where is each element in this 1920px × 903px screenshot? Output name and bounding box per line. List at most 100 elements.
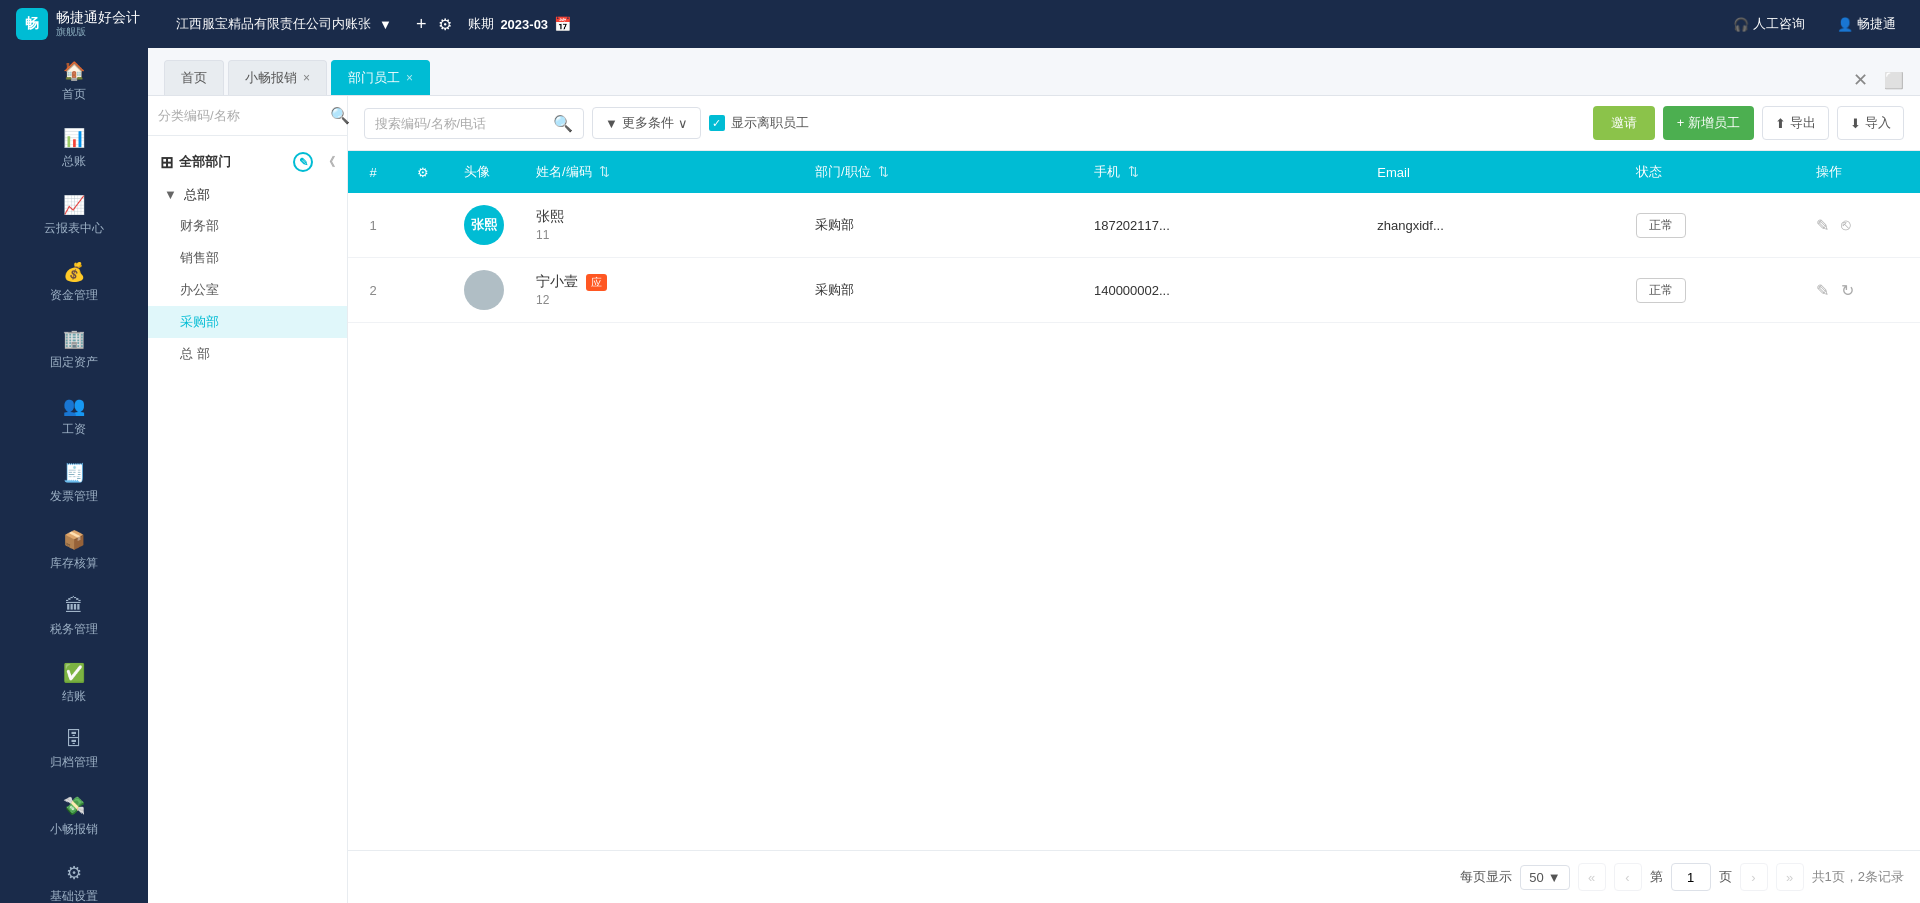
collapse-arrow[interactable]: 《 — [323, 154, 335, 171]
app-logo-icon: 畅 — [16, 8, 48, 40]
close-window-btn[interactable]: ✕ — [1853, 69, 1868, 91]
salary-icon: 👥 — [63, 395, 85, 417]
sidebar-item-assets[interactable]: 🏢 固定资产 — [0, 316, 148, 383]
sidebar-label-reports: 云报表中心 — [44, 220, 104, 237]
sidebar-label-archive: 归档管理 — [50, 754, 98, 771]
col-status: 状态 — [1620, 151, 1800, 193]
next-page-btn[interactable]: › — [1740, 863, 1768, 891]
refresh-icon-2[interactable]: ↻ — [1841, 281, 1854, 300]
calendar-icon[interactable]: 📅 — [554, 16, 571, 32]
search-icon[interactable]: 🔍 — [553, 114, 573, 133]
dept-search-input[interactable] — [158, 108, 326, 123]
sidebar-item-tax[interactable]: 🏛 税务管理 — [0, 584, 148, 650]
settings-button[interactable]: ⚙ — [438, 15, 452, 34]
dept-item-headquarter[interactable]: 总 部 — [148, 338, 347, 370]
show-resigned-toggle[interactable]: ✓ 显示离职员工 — [709, 114, 809, 132]
dept-item-office[interactable]: 办公室 — [148, 274, 347, 306]
tab-department[interactable]: 部门员工 × — [331, 60, 430, 95]
sidebar-item-salary[interactable]: 👥 工资 — [0, 383, 148, 450]
name-sort-icon: ⇅ — [599, 164, 610, 179]
table-row: 1 张熙 张熙 11 — [348, 193, 1920, 258]
sidebar-item-reports[interactable]: 📈 云报表中心 — [0, 182, 148, 249]
employee-search-input[interactable] — [375, 116, 549, 131]
dept-item-finance[interactable]: 财务部 — [148, 210, 347, 242]
col-settings[interactable]: ⚙ — [398, 151, 448, 193]
sidebar-item-checkout[interactable]: ✅ 结账 — [0, 650, 148, 717]
employee-name-1: 张熙 — [536, 208, 783, 226]
page-content: 🔍 ⊞ 全部部门 ✎ 《 ▼ 总部 财务部 销售部 办公室 — [148, 96, 1920, 903]
per-page-select[interactable]: 50 ▼ — [1520, 865, 1569, 890]
inventory-icon: 📦 — [63, 529, 85, 551]
dept-item-sales[interactable]: 销售部 — [148, 242, 347, 274]
sidebar-item-home[interactable]: 🏠 首页 — [0, 48, 148, 115]
row-dept-2: 采购部 — [799, 258, 1078, 323]
sidebar-item-invoice[interactable]: 🧾 发票管理 — [0, 450, 148, 517]
archive-icon: 🗄 — [65, 729, 83, 750]
sidebar-item-archive[interactable]: 🗄 归档管理 — [0, 717, 148, 783]
sidebar-label-salary: 工资 — [62, 421, 86, 438]
table-row: 2 宁小壹 应 — [348, 258, 1920, 323]
period-value: 2023-03 — [500, 17, 548, 32]
col-phone[interactable]: 手机 ⇅ — [1078, 151, 1361, 193]
logo-area: 畅 畅捷通好会计 旗舰版 — [16, 8, 164, 40]
edit-icon-1[interactable]: ✎ — [1816, 216, 1829, 235]
tab-expense-close[interactable]: × — [303, 71, 310, 85]
company-selector[interactable]: 江西服宝精品有限责任公司内账张 ▼ — [164, 11, 404, 37]
collapse-btn[interactable]: ✎ — [293, 152, 313, 172]
import-btn[interactable]: ⬇ 导入 — [1837, 106, 1904, 140]
sidebar-label-expense: 小畅报销 — [50, 821, 98, 838]
add-button[interactable]: + — [416, 14, 427, 35]
tab-department-close[interactable]: × — [406, 71, 413, 85]
finance-icon: 💰 — [63, 261, 85, 283]
col-name[interactable]: 姓名/编码 ⇅ — [520, 151, 799, 193]
export-btn[interactable]: ⬆ 导出 — [1762, 106, 1829, 140]
reports-icon: 📈 — [63, 194, 85, 216]
sidebar-item-ledger[interactable]: 📊 总账 — [0, 115, 148, 182]
company-name: 江西服宝精品有限责任公司内账张 — [176, 15, 371, 33]
ai-consult-btn[interactable]: 🎧 人工咨询 — [1725, 11, 1813, 37]
dept-search-icon[interactable]: 🔍 — [330, 106, 350, 125]
sidebar-label-finance: 资金管理 — [50, 287, 98, 304]
all-dept-item[interactable]: ⊞ 全部部门 ✎ 《 — [148, 144, 347, 180]
search-box: 🔍 — [364, 108, 584, 139]
user-avatar[interactable]: 👤 畅捷通 — [1829, 11, 1904, 37]
row-actions-1: ✎ ⎋ — [1800, 193, 1920, 258]
app-version: 旗舰版 — [56, 25, 140, 39]
main-layout: 🏠 首页 📊 总账 📈 云报表中心 💰 资金管理 🏢 固定资产 👥 工资 🧾 发… — [0, 48, 1920, 903]
dept-parent-zongbu: ▼ 总部 — [148, 180, 347, 210]
tab-home[interactable]: 首页 — [164, 60, 224, 95]
sidebar-item-settings[interactable]: ⚙ 基础设置 — [0, 850, 148, 903]
first-page-btn[interactable]: « — [1578, 863, 1606, 891]
last-page-btn[interactable]: » — [1776, 863, 1804, 891]
maximize-btn[interactable]: ⬜ — [1884, 71, 1904, 90]
sidebar-item-finance[interactable]: 💰 资金管理 — [0, 249, 148, 316]
col-no: # — [348, 151, 398, 193]
col-actions: 操作 — [1800, 151, 1920, 193]
col-dept[interactable]: 部门/职位 ⇅ — [799, 151, 1078, 193]
page-label: 第 — [1650, 868, 1663, 886]
tab-bar-right: ✕ ⬜ — [1853, 69, 1904, 95]
employee-panel: 🔍 ▼ 更多条件 ∨ ✓ 显示离职员工 邀请 + 新增员工 — [348, 96, 1920, 903]
tab-expense[interactable]: 小畅报销 × — [228, 60, 327, 95]
edit-icon-2[interactable]: ✎ — [1816, 281, 1829, 300]
toolbar-right: 邀请 + 新增员工 ⬆ 导出 ⬇ 导入 — [1593, 106, 1904, 140]
row-phone-2: 140000002... — [1078, 258, 1361, 323]
sidebar-item-inventory[interactable]: 📦 库存核算 — [0, 517, 148, 584]
prev-page-btn[interactable]: ‹ — [1614, 863, 1642, 891]
import-icon: ⬇ — [1850, 116, 1861, 131]
filter-icon: ▼ — [605, 116, 618, 131]
app-name: 畅捷通好会计 — [56, 9, 140, 26]
per-page-value: 50 — [1529, 870, 1543, 885]
invite-btn[interactable]: 邀请 — [1593, 106, 1655, 140]
expense-icon: 💸 — [63, 795, 85, 817]
page-number-input[interactable] — [1671, 863, 1711, 891]
col-avatar: 头像 — [448, 151, 520, 193]
row-email-1: zhangxidf... — [1361, 193, 1620, 258]
dept-item-purchase[interactable]: 采购部 — [148, 306, 347, 338]
add-employee-btn[interactable]: + 新增员工 — [1663, 106, 1754, 140]
more-filter-btn[interactable]: ▼ 更多条件 ∨ — [592, 107, 701, 139]
logout-icon-1[interactable]: ⎋ — [1841, 216, 1851, 234]
checkout-icon: ✅ — [63, 662, 85, 684]
sidebar-item-expense[interactable]: 💸 小畅报销 — [0, 783, 148, 850]
resigned-checkbox[interactable]: ✓ — [709, 115, 725, 131]
